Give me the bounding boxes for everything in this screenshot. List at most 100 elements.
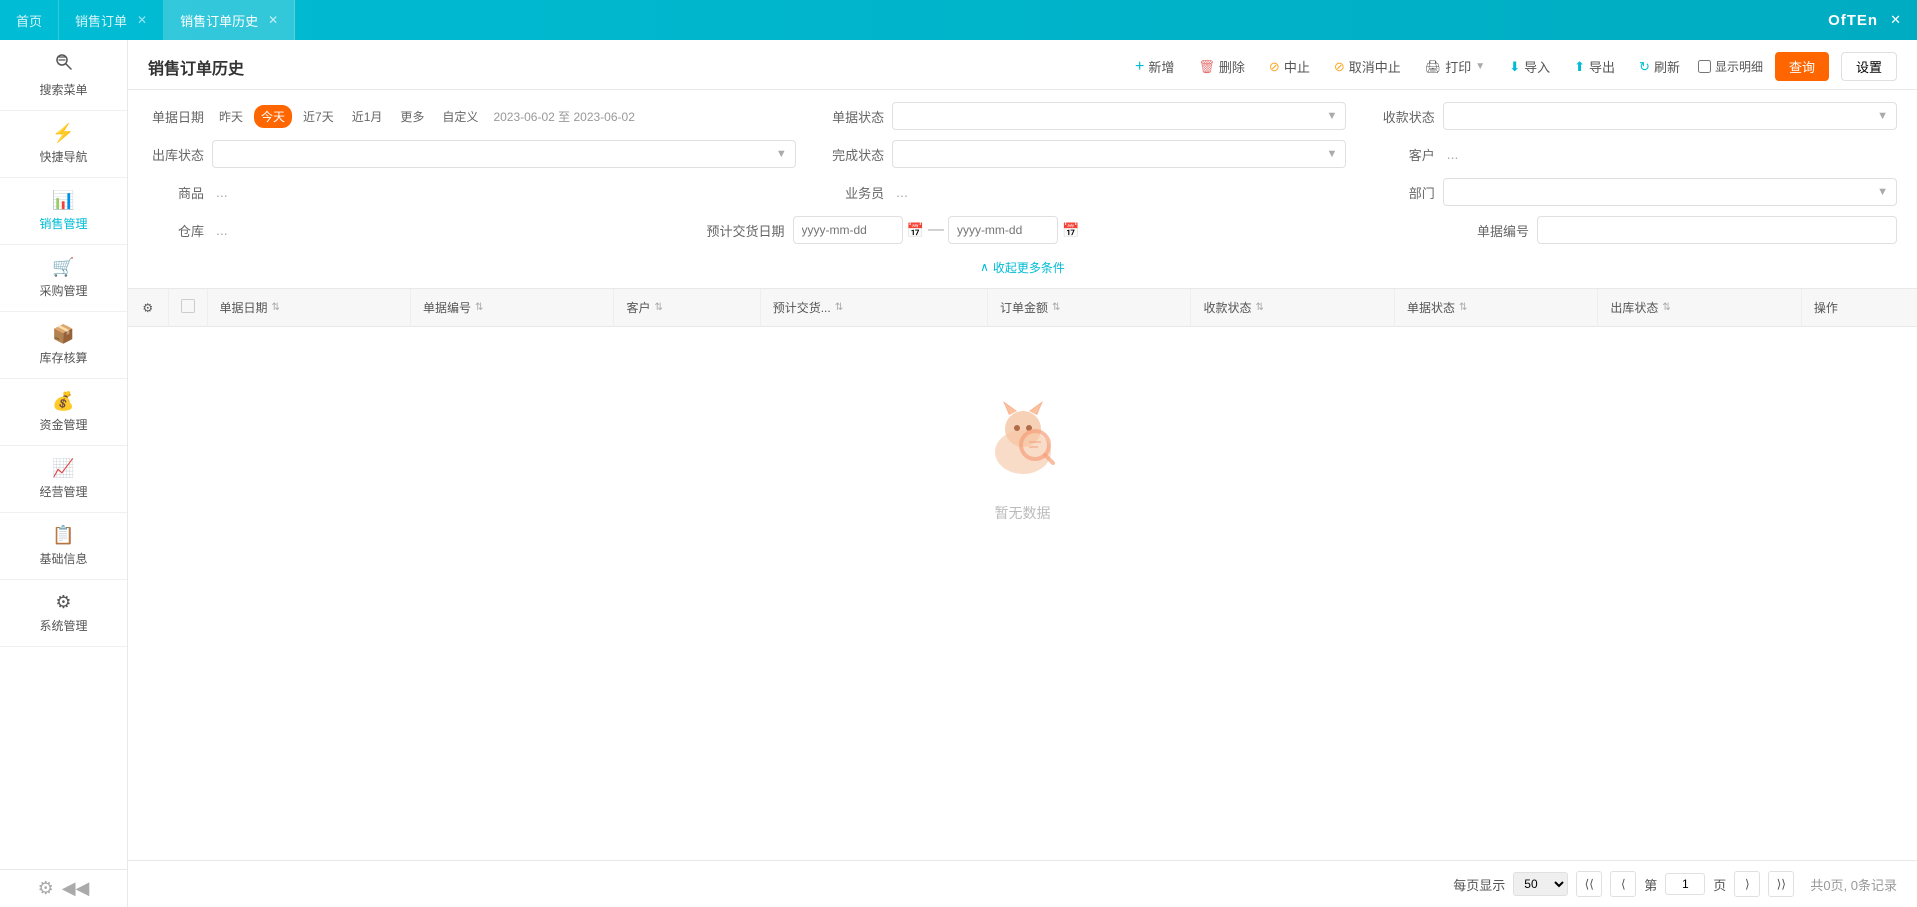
th-date: 单据日期 ⇅ bbox=[207, 289, 410, 327]
add-label: 新增 bbox=[1148, 57, 1174, 76]
empty-text: 暂无数据 bbox=[995, 503, 1051, 523]
sidebar-item-purchase-mgmt[interactable]: 🛒 采购管理 bbox=[0, 245, 127, 312]
th-payment-status-label: 收款状态 bbox=[1203, 299, 1251, 316]
query-button[interactable]: 查询 bbox=[1775, 52, 1829, 81]
cancel-stop-button[interactable]: ⊘ 取消中止 bbox=[1328, 53, 1407, 80]
sidebar-item-inventory[interactable]: 📦 库存核算 bbox=[0, 312, 127, 379]
tab-sales-order-close[interactable]: ✕ bbox=[137, 13, 147, 27]
date-more-btn[interactable]: 更多 bbox=[393, 105, 431, 128]
quick-nav-icon: ⚡ bbox=[52, 123, 74, 144]
cancel-stop-label: 取消中止 bbox=[1349, 57, 1401, 76]
th-customer-sort[interactable]: 客户 ⇅ bbox=[626, 299, 662, 316]
order-status-select[interactable]: ▼ bbox=[892, 102, 1346, 130]
total-info: 共0页, 0条记录 bbox=[1810, 875, 1897, 894]
display-toggle-checkbox[interactable] bbox=[1698, 60, 1711, 73]
th-date-sort[interactable]: 单据日期 ⇅ bbox=[220, 299, 280, 316]
warehouse-status-select[interactable]: ▼ bbox=[212, 140, 796, 168]
tab-sales-order-label: 销售订单 bbox=[75, 11, 127, 30]
filter-warehouse-status: 出库状态 ▼ bbox=[148, 140, 796, 168]
topbar-close-btn[interactable]: ✕ bbox=[1890, 12, 1901, 28]
table-setting-icon[interactable]: ⚙ bbox=[142, 301, 153, 315]
basic-info-icon: 📋 bbox=[52, 525, 74, 546]
last-page-btn[interactable]: ⟩⟩ bbox=[1768, 871, 1794, 897]
empty-state-row: 暂无数据 bbox=[128, 327, 1917, 584]
date-label: 单据日期 bbox=[148, 107, 204, 126]
page-size-label: 每页显示 bbox=[1453, 875, 1505, 894]
delivery-date-start-calendar-icon[interactable]: 📅 bbox=[907, 222, 924, 239]
th-warehouse-status-sort[interactable]: 出库状态 ⇅ bbox=[1610, 299, 1670, 316]
refresh-button[interactable]: ↻ 刷新 bbox=[1633, 53, 1686, 80]
date-last7-btn[interactable]: 近7天 bbox=[296, 105, 341, 128]
date-custom-btn[interactable]: 自定义 bbox=[435, 105, 485, 128]
delivery-date-end-calendar-icon[interactable]: 📅 bbox=[1062, 222, 1079, 239]
tab-sales-order-history-close[interactable]: ✕ bbox=[268, 13, 278, 27]
sort-date-icon: ⇅ bbox=[272, 302, 280, 313]
import-button[interactable]: ⬇ 导入 bbox=[1503, 53, 1556, 80]
next-page-btn[interactable]: ⟩ bbox=[1734, 871, 1760, 897]
sidebar-item-quick-nav[interactable]: ⚡ 快捷导航 bbox=[0, 111, 127, 178]
first-page-btn[interactable]: ⟨⟨ bbox=[1576, 871, 1602, 897]
page-size-select[interactable]: 10 20 50 100 bbox=[1513, 872, 1568, 896]
customer-picker-btn[interactable]: ... bbox=[1443, 146, 1463, 162]
add-button[interactable]: + 新增 bbox=[1129, 53, 1180, 80]
filter-row-3: 商品 ... 业务员 ... 部门 ▼ bbox=[148, 178, 1897, 206]
complete-status-select[interactable]: ▼ bbox=[892, 140, 1346, 168]
chevron-up-icon: ∧ bbox=[980, 260, 989, 274]
print-arrow-icon: ▼ bbox=[1475, 61, 1485, 72]
collapse-label: 收起更多条件 bbox=[993, 259, 1065, 276]
add-icon: + bbox=[1135, 58, 1144, 76]
delete-label: 删除 bbox=[1219, 57, 1245, 76]
tab-sales-order[interactable]: 销售订单 ✕ bbox=[59, 0, 164, 40]
print-button[interactable]: 🖨 打印 ▼ bbox=[1419, 53, 1491, 80]
stop-button[interactable]: ⊘ 中止 bbox=[1263, 53, 1316, 80]
pagination-bar: 每页显示 10 20 50 100 ⟨⟨ ⟨ 第 页 ⟩ ⟩⟩ 共0页, 0条记… bbox=[128, 860, 1917, 907]
settings-button[interactable]: 设置 bbox=[1841, 52, 1897, 81]
date-quick-btns: 昨天 今天 近7天 近1月 更多 自定义 bbox=[212, 105, 485, 128]
collapse-button[interactable]: ∧ 收起更多条件 bbox=[980, 259, 1065, 276]
salesperson-picker-btn[interactable]: ... bbox=[892, 184, 912, 200]
warehouse-picker-btn[interactable]: ... bbox=[212, 222, 232, 238]
th-action-label: 操作 bbox=[1814, 301, 1838, 315]
payment-status-label: 收款状态 bbox=[1379, 107, 1435, 126]
order-no-input[interactable] bbox=[1537, 216, 1897, 244]
prev-page-btn[interactable]: ⟨ bbox=[1610, 871, 1636, 897]
export-button[interactable]: ⬆ 导出 bbox=[1568, 53, 1621, 80]
sidebar-volume-icon[interactable]: ◀◀ bbox=[62, 878, 90, 899]
current-page-input[interactable] bbox=[1665, 873, 1705, 895]
tab-home[interactable]: 首页 bbox=[0, 0, 59, 40]
th-order-no-sort[interactable]: 单据编号 ⇅ bbox=[423, 299, 483, 316]
sidebar-item-sales-mgmt[interactable]: 📊 销售管理 bbox=[0, 178, 127, 245]
th-amount-sort[interactable]: 订单金额 ⇅ bbox=[1000, 299, 1060, 316]
export-label: 导出 bbox=[1589, 57, 1615, 76]
sidebar-gear-icon[interactable]: ⚙ bbox=[38, 878, 54, 899]
th-delivery-date-sort[interactable]: 预计交货... ⇅ bbox=[773, 299, 843, 316]
customer-label: 客户 bbox=[1379, 145, 1435, 164]
brand-text: OfTEn bbox=[1828, 12, 1878, 29]
sidebar-item-system[interactable]: ⚙ 系统管理 bbox=[0, 580, 127, 647]
sidebar-item-basic-info[interactable]: 📋 基础信息 bbox=[0, 513, 127, 580]
th-customer-label: 客户 bbox=[626, 299, 650, 316]
header-checkbox[interactable] bbox=[181, 299, 195, 313]
goods-picker-btn[interactable]: ... bbox=[212, 184, 232, 200]
sidebar-item-search-menu[interactable]: 搜索菜单 bbox=[0, 40, 127, 111]
th-payment-status-sort[interactable]: 收款状态 ⇅ bbox=[1203, 299, 1263, 316]
complete-status-label: 完成状态 bbox=[828, 145, 884, 164]
delivery-date-start-input[interactable] bbox=[793, 216, 903, 244]
delivery-date-end-input[interactable] bbox=[948, 216, 1058, 244]
dept-select[interactable]: ▼ bbox=[1443, 178, 1897, 206]
sidebar-item-finance[interactable]: 💰 资金管理 bbox=[0, 379, 127, 446]
order-status-label: 单据状态 bbox=[828, 107, 884, 126]
sidebar-bottom: ⚙ ◀◀ bbox=[0, 869, 127, 907]
sidebar-item-operations[interactable]: 📈 经营管理 bbox=[0, 446, 127, 513]
delete-button[interactable]: 🗑 删除 bbox=[1192, 53, 1251, 80]
date-today-btn[interactable]: 今天 bbox=[254, 105, 292, 128]
display-toggle-label: 显示明细 bbox=[1715, 58, 1763, 75]
tab-sales-order-history[interactable]: 销售订单历史 ✕ bbox=[164, 0, 295, 40]
payment-status-select[interactable]: ▼ bbox=[1443, 102, 1897, 130]
date-last30-btn[interactable]: 近1月 bbox=[345, 105, 390, 128]
top-bar: 首页 销售订单 ✕ 销售订单历史 ✕ OfTEn ✕ bbox=[0, 0, 1917, 40]
refresh-label: 刷新 bbox=[1654, 57, 1680, 76]
th-order-status-sort[interactable]: 单据状态 ⇅ bbox=[1407, 299, 1467, 316]
date-yesterday-btn[interactable]: 昨天 bbox=[212, 105, 250, 128]
empty-illustration bbox=[973, 387, 1073, 487]
